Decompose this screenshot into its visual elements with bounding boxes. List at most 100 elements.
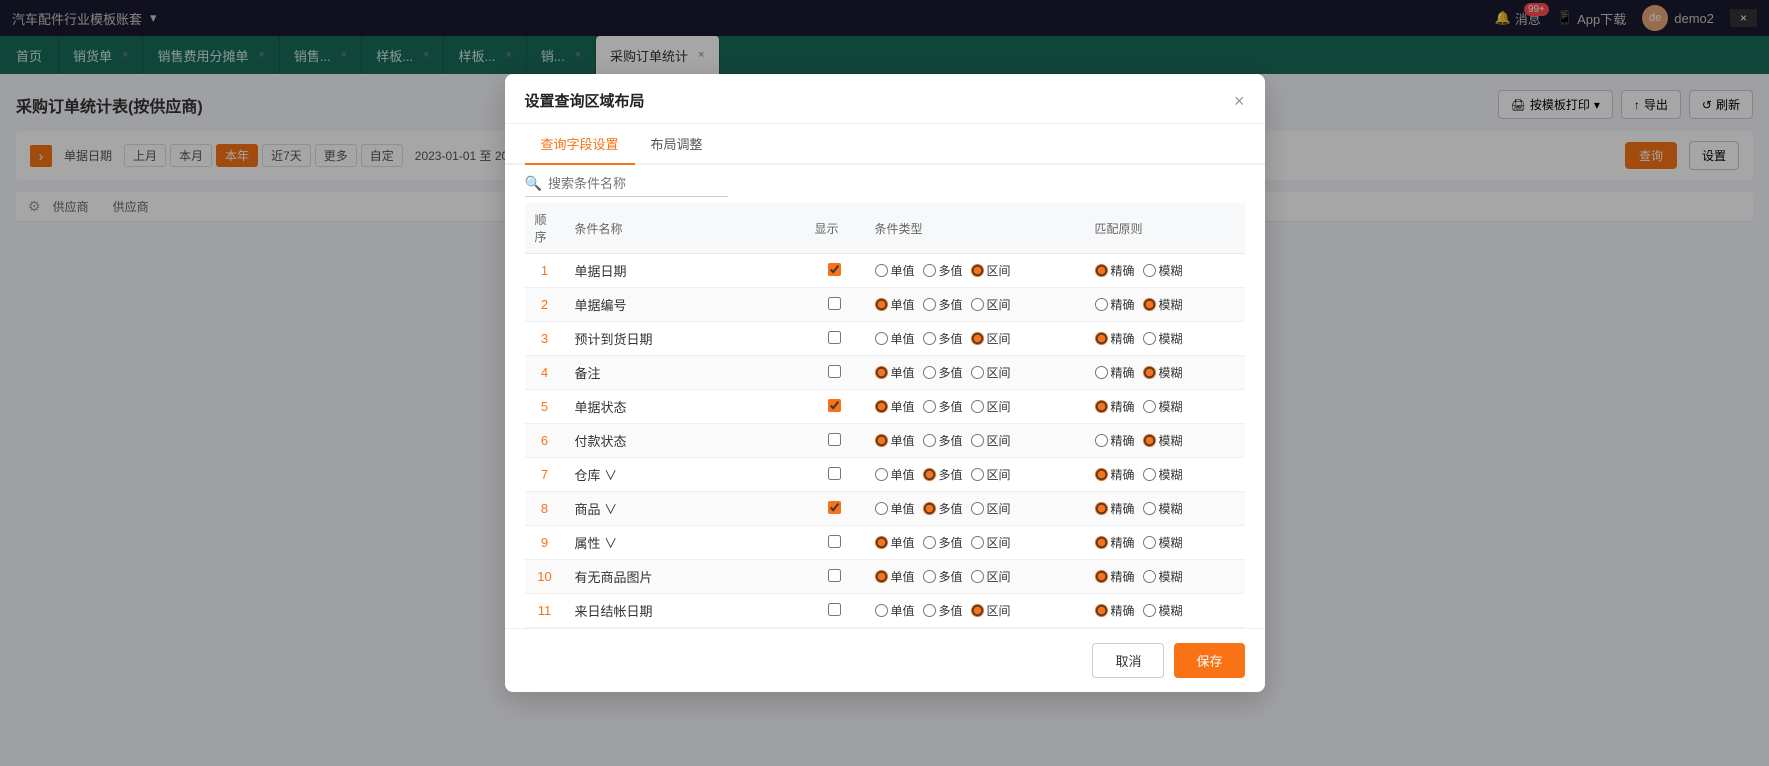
col-type: 条件类型 — [865, 203, 1085, 254]
row-display[interactable] — [805, 526, 865, 560]
row-match: 精确 模糊 — [1085, 492, 1245, 526]
match-radio-精确[interactable]: 精确 — [1095, 568, 1135, 585]
display-checkbox[interactable] — [828, 501, 841, 514]
type-radio-单值[interactable]: 单值 — [875, 398, 915, 415]
row-display[interactable] — [805, 560, 865, 594]
type-radio-多值[interactable]: 多值 — [923, 602, 963, 619]
type-radio-单值[interactable]: 单值 — [875, 330, 915, 347]
match-radio-精确[interactable]: 精确 — [1095, 364, 1135, 381]
match-radio-模糊[interactable]: 模糊 — [1143, 262, 1183, 279]
type-radio-区间[interactable]: 区间 — [971, 466, 1011, 483]
match-radio-模糊[interactable]: 模糊 — [1143, 568, 1183, 585]
type-radio-多值[interactable]: 多值 — [923, 296, 963, 313]
type-radio-区间[interactable]: 区间 — [971, 534, 1011, 551]
row-type: 单值 多值 区间 — [865, 526, 1085, 560]
match-radio-精确[interactable]: 精确 — [1095, 432, 1135, 449]
match-radio-模糊[interactable]: 模糊 — [1143, 398, 1183, 415]
type-radio-单值[interactable]: 单值 — [875, 568, 915, 585]
type-radio-多值[interactable]: 多值 — [923, 398, 963, 415]
type-radio-多值[interactable]: 多值 — [923, 534, 963, 551]
display-checkbox[interactable] — [828, 569, 841, 582]
row-display[interactable] — [805, 390, 865, 424]
row-display[interactable] — [805, 594, 865, 628]
col-display: 显示 — [805, 203, 865, 254]
type-radio-多值[interactable]: 多值 — [923, 466, 963, 483]
match-radio-精确[interactable]: 精确 — [1095, 330, 1135, 347]
match-radio-精确[interactable]: 精确 — [1095, 602, 1135, 619]
row-name: 单据状态 — [565, 390, 805, 424]
type-radio-区间[interactable]: 区间 — [971, 432, 1011, 449]
type-radio-多值[interactable]: 多值 — [923, 568, 963, 585]
table-row: 3 预计到货日期 单值 多值 区间 — [525, 322, 1245, 356]
row-match: 精确 模糊 — [1085, 356, 1245, 390]
row-display[interactable] — [805, 288, 865, 322]
row-display[interactable] — [805, 254, 865, 288]
display-checkbox[interactable] — [828, 399, 841, 412]
row-seq: 2 — [525, 288, 565, 322]
type-radio-单值[interactable]: 单值 — [875, 602, 915, 619]
row-seq: 5 — [525, 390, 565, 424]
display-checkbox[interactable] — [828, 433, 841, 446]
match-radio-模糊[interactable]: 模糊 — [1143, 432, 1183, 449]
save-button[interactable]: 保存 — [1174, 643, 1244, 678]
match-radio-精确[interactable]: 精确 — [1095, 296, 1135, 313]
display-checkbox[interactable] — [828, 297, 841, 310]
display-checkbox[interactable] — [828, 467, 841, 480]
type-radio-多值[interactable]: 多值 — [923, 432, 963, 449]
type-radio-单值[interactable]: 单值 — [875, 500, 915, 517]
match-radio-精确[interactable]: 精确 — [1095, 398, 1135, 415]
display-checkbox[interactable] — [828, 535, 841, 548]
match-radio-精确[interactable]: 精确 — [1095, 262, 1135, 279]
type-radio-多值[interactable]: 多值 — [923, 262, 963, 279]
display-checkbox[interactable] — [828, 331, 841, 344]
row-match: 精确 模糊 — [1085, 254, 1245, 288]
row-display[interactable] — [805, 356, 865, 390]
type-radio-多值[interactable]: 多值 — [923, 500, 963, 517]
type-radio-单值[interactable]: 单值 — [875, 534, 915, 551]
type-radio-区间[interactable]: 区间 — [971, 602, 1011, 619]
match-radio-精确[interactable]: 精确 — [1095, 534, 1135, 551]
match-radio-模糊[interactable]: 模糊 — [1143, 602, 1183, 619]
row-name: 单据日期 — [565, 254, 805, 288]
row-display[interactable] — [805, 322, 865, 356]
tab-layout-adjustment[interactable]: 布局调整 — [635, 124, 719, 165]
match-radio-模糊[interactable]: 模糊 — [1143, 330, 1183, 347]
row-display[interactable] — [805, 492, 865, 526]
match-radio-模糊[interactable]: 模糊 — [1143, 296, 1183, 313]
type-radio-区间[interactable]: 区间 — [971, 262, 1011, 279]
col-match: 匹配原则 — [1085, 203, 1245, 254]
type-radio-单值[interactable]: 单值 — [875, 296, 915, 313]
type-radio-区间[interactable]: 区间 — [971, 568, 1011, 585]
type-radio-区间[interactable]: 区间 — [971, 364, 1011, 381]
match-radio-模糊[interactable]: 模糊 — [1143, 364, 1183, 381]
match-radio-模糊[interactable]: 模糊 — [1143, 534, 1183, 551]
type-radio-单值[interactable]: 单值 — [875, 262, 915, 279]
match-radio-模糊[interactable]: 模糊 — [1143, 466, 1183, 483]
type-radio-区间[interactable]: 区间 — [971, 296, 1011, 313]
type-radio-多值[interactable]: 多值 — [923, 330, 963, 347]
type-radio-单值[interactable]: 单值 — [875, 432, 915, 449]
dialog-close-button[interactable]: × — [1234, 92, 1245, 110]
type-radio-区间[interactable]: 区间 — [971, 500, 1011, 517]
type-radio-区间[interactable]: 区间 — [971, 330, 1011, 347]
type-radio-单值[interactable]: 单值 — [875, 466, 915, 483]
display-checkbox[interactable] — [828, 365, 841, 378]
type-radio-多值[interactable]: 多值 — [923, 364, 963, 381]
match-radio-精确[interactable]: 精确 — [1095, 500, 1135, 517]
cancel-button[interactable]: 取消 — [1092, 643, 1164, 678]
display-checkbox[interactable] — [828, 603, 841, 616]
tab-query-field-settings[interactable]: 查询字段设置 — [525, 124, 635, 165]
match-radio-精确[interactable]: 精确 — [1095, 466, 1135, 483]
table-row: 7 仓库 ∨ 单值 多值 区间 — [525, 458, 1245, 492]
row-name: 预计到货日期 — [565, 322, 805, 356]
row-name: 付款状态 — [565, 424, 805, 458]
type-radio-单值[interactable]: 单值 — [875, 364, 915, 381]
row-seq: 4 — [525, 356, 565, 390]
type-radio-区间[interactable]: 区间 — [971, 398, 1011, 415]
row-seq: 11 — [525, 594, 565, 628]
display-checkbox[interactable] — [828, 263, 841, 276]
search-input[interactable] — [548, 176, 728, 191]
row-display[interactable] — [805, 458, 865, 492]
match-radio-模糊[interactable]: 模糊 — [1143, 500, 1183, 517]
row-display[interactable] — [805, 424, 865, 458]
